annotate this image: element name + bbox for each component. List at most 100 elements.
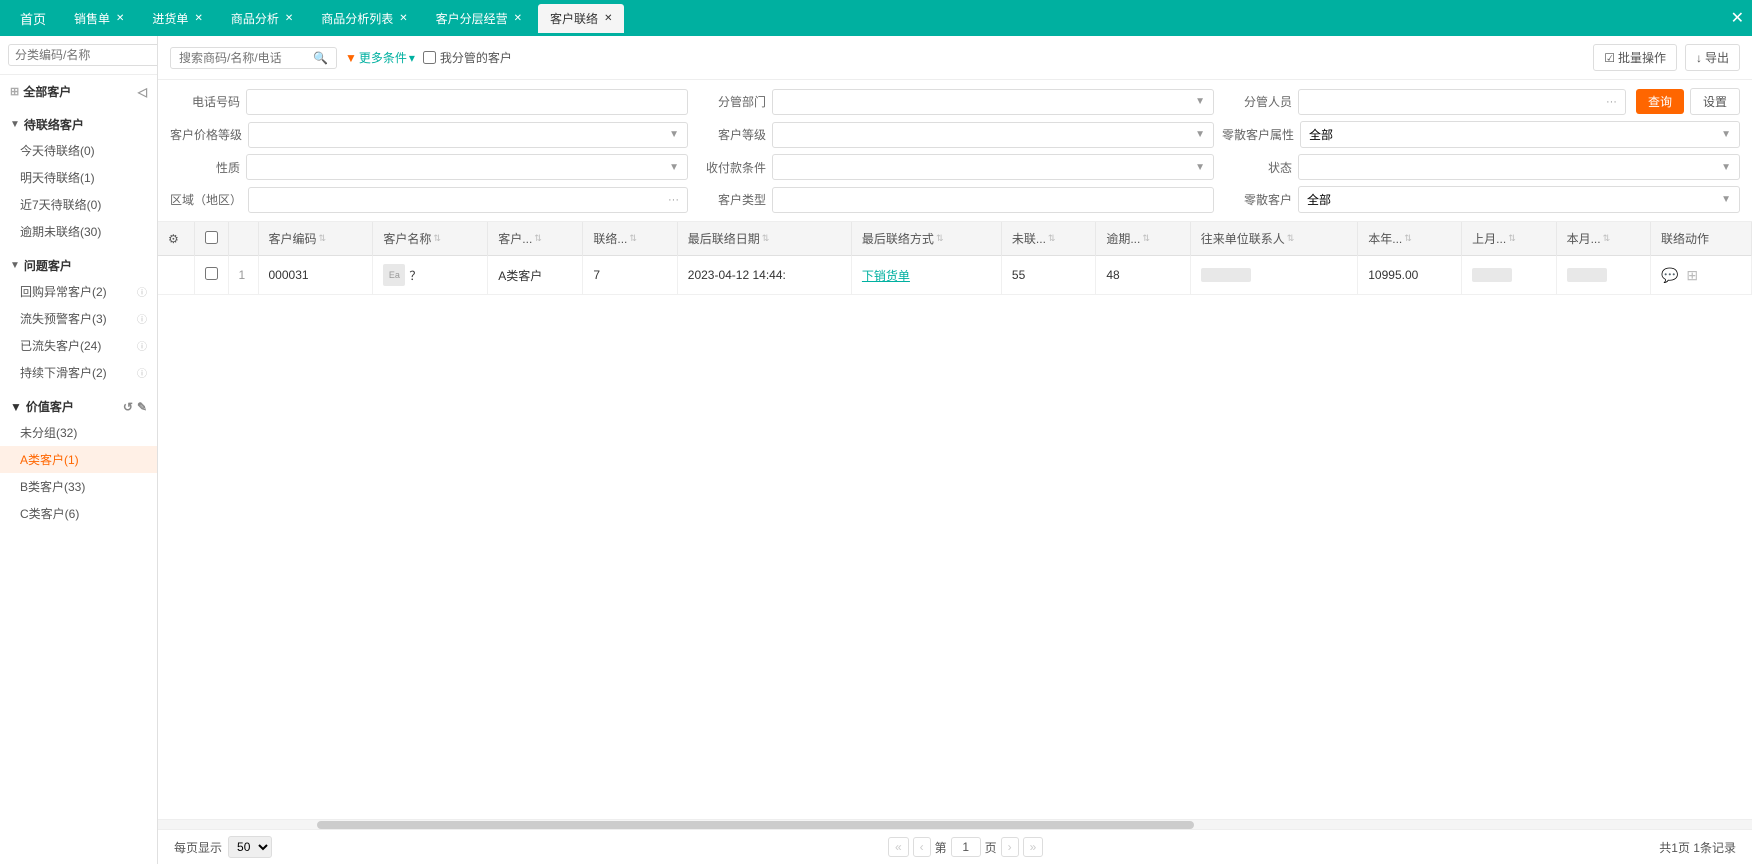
close-sales-tab[interactable]: ✕ xyxy=(116,13,124,24)
td-type: A类客户 xyxy=(488,256,583,295)
search-icon[interactable]: 🔍 xyxy=(313,51,328,65)
select-all-checkbox[interactable] xyxy=(205,231,218,244)
advanced-filters: 电话号码 分管部门 ▼ 分管人员 ··· xyxy=(158,80,1752,222)
more-filters-btn[interactable]: ▼ 更多条件 ▾ xyxy=(345,49,415,66)
td-not-contacted: 55 xyxy=(1001,256,1095,295)
nature-select[interactable]: ▼ xyxy=(246,154,688,180)
th-code[interactable]: 客户编码 ⇅ xyxy=(258,222,373,256)
sidebar-tomorrow-pending[interactable]: 明天待联络(1) xyxy=(0,164,157,191)
info-icon-3: ⓘ xyxy=(137,365,147,380)
nav-tab-analysis[interactable]: 商品分析 ✕ xyxy=(219,4,305,33)
th-this-year[interactable]: 本年... ⇅ xyxy=(1358,222,1462,256)
manager-input[interactable]: ··· xyxy=(1298,89,1626,115)
scrollbar-track xyxy=(158,821,1752,829)
sidebar-unclassified[interactable]: 未分组(32) xyxy=(0,419,157,446)
th-last-date[interactable]: 最后联络日期 ⇅ xyxy=(677,222,851,256)
status-select[interactable]: ▼ xyxy=(1298,154,1740,180)
row-checkbox[interactable] xyxy=(205,267,218,280)
td-action: 💬 ⊞ xyxy=(1650,256,1751,295)
nav-tab-purchase[interactable]: 进货单 ✕ xyxy=(140,4,214,33)
close-analysis-tab[interactable]: ✕ xyxy=(285,13,293,24)
manager-dots: ··· xyxy=(1606,96,1617,108)
export-button[interactable]: ↓ 导出 xyxy=(1685,44,1740,71)
sidebar-class-b[interactable]: B类客户(33) xyxy=(0,473,157,500)
th-last-method[interactable]: 最后联络方式 ⇅ xyxy=(851,222,1001,256)
th-not-contacted[interactable]: 未联... ⇅ xyxy=(1001,222,1095,256)
td-last-method[interactable]: 下销货单 xyxy=(851,256,1001,295)
th-type[interactable]: 客户... ⇅ xyxy=(488,222,583,256)
phone-text-input[interactable] xyxy=(255,95,679,109)
region-dots: ··· xyxy=(668,194,679,206)
td-settings-cell xyxy=(158,256,194,295)
query-button[interactable]: 查询 xyxy=(1636,89,1684,114)
grid-action-icon[interactable]: ⊞ xyxy=(1686,267,1698,284)
last-method-link[interactable]: 下销货单 xyxy=(862,269,910,283)
value-customers-header[interactable]: ▼ 价值客户 ↺ ✎ xyxy=(0,394,157,419)
th-name[interactable]: 客户名称 ⇅ xyxy=(373,222,488,256)
th-checkbox[interactable] xyxy=(194,222,228,256)
sidebar-overdue-pending[interactable]: 逾期未联络(30) xyxy=(0,218,157,245)
sidebar-search-input[interactable] xyxy=(8,44,158,66)
th-contacts[interactable]: 联络... ⇅ xyxy=(583,222,677,256)
dept-select[interactable]: ▼ xyxy=(772,89,1214,115)
retail-attr-arrow: ▼ xyxy=(1721,129,1731,140)
settings-button[interactable]: 设置 xyxy=(1690,88,1740,115)
nav-tab-analysis-list[interactable]: 商品分析列表 ✕ xyxy=(309,4,419,33)
problem-customers-title[interactable]: ▼ 问题客户 xyxy=(0,253,157,278)
main-layout: 🔍 ⊞ 全部客户 ◁ ▼ 待联络客户 今天待联络(0) 明天待联络(1) 近7天… xyxy=(0,36,1752,864)
scrollbar-thumb[interactable] xyxy=(317,821,1194,829)
customer-level-select[interactable]: ▼ xyxy=(772,122,1214,148)
th-last-month[interactable]: 上月... ⇅ xyxy=(1462,222,1556,256)
refresh-icon[interactable]: ↺ xyxy=(123,400,133,414)
close-analysis-list-tab[interactable]: ✕ xyxy=(399,13,407,24)
first-page-btn[interactable]: « xyxy=(888,837,909,857)
phone-input[interactable] xyxy=(246,89,688,115)
price-level-select[interactable]: ▼ xyxy=(248,122,688,148)
window-close-icon[interactable]: ✕ xyxy=(1731,8,1744,28)
pending-contact-title[interactable]: ▼ 待联络客户 xyxy=(0,112,157,137)
sidebar-class-c[interactable]: C类客户(6) xyxy=(0,500,157,527)
prev-page-btn[interactable]: ‹ xyxy=(913,837,931,857)
filter-row-3: 性质 ▼ 收付款条件 ▼ 状态 xyxy=(170,154,1740,180)
close-purchase-tab[interactable]: ✕ xyxy=(194,13,202,24)
edit-icon[interactable]: ✎ xyxy=(137,400,147,414)
retail-customer-select[interactable]: 全部 ▼ xyxy=(1298,186,1740,213)
sort-code-icon: ⇅ xyxy=(319,233,327,244)
per-page-select[interactable]: 50 xyxy=(228,836,272,858)
sidebar-repurchase-abnormal[interactable]: 回购异常客户(2) ⓘ xyxy=(0,278,157,305)
nav-tab-sales[interactable]: 销售单 ✕ xyxy=(62,4,136,33)
td-checkbox-cell[interactable] xyxy=(194,256,228,295)
horizontal-scrollbar[interactable] xyxy=(158,819,1752,829)
next-page-btn[interactable]: › xyxy=(1001,837,1019,857)
close-customer-contact-tab[interactable]: ✕ xyxy=(604,13,612,24)
customer-type-text[interactable] xyxy=(781,193,1205,207)
payment-select[interactable]: ▼ xyxy=(772,154,1214,180)
all-customers-header[interactable]: ⊞ 全部客户 ◁ xyxy=(0,75,157,108)
th-settings[interactable]: ⚙ xyxy=(158,222,194,256)
nav-home[interactable]: 首页 xyxy=(8,3,58,34)
customer-type-input[interactable] xyxy=(772,187,1214,213)
my-customers-checkbox[interactable] xyxy=(423,51,436,64)
sidebar-churned[interactable]: 已流失客户(24) ⓘ xyxy=(0,332,157,359)
close-customer-tier-tab[interactable]: ✕ xyxy=(514,13,522,24)
th-this-month[interactable]: 本月... ⇅ xyxy=(1556,222,1650,256)
sidebar-collapse-icon[interactable]: ◁ xyxy=(138,85,147,99)
my-customers-checkbox-area[interactable]: 我分管的客户 xyxy=(423,49,512,66)
current-page[interactable]: 1 xyxy=(951,837,981,857)
region-input[interactable]: ··· xyxy=(248,187,688,213)
sidebar-churn-warning[interactable]: 流失预警客户(3) ⓘ xyxy=(0,305,157,332)
nav-tab-customer-contact[interactable]: 客户联络 ✕ xyxy=(538,4,624,33)
sidebar-class-a[interactable]: A类客户(1) xyxy=(0,446,157,473)
batch-ops-button[interactable]: ☑ 批量操作 xyxy=(1593,44,1677,71)
sidebar-declining[interactable]: 持续下滑客户(2) ⓘ xyxy=(0,359,157,386)
retail-attr-select[interactable]: 全部 ▼ xyxy=(1300,121,1740,148)
last-page-btn[interactable]: » xyxy=(1023,837,1044,857)
chat-action-icon[interactable]: 💬 xyxy=(1661,267,1678,284)
th-overdue[interactable]: 逾期... ⇅ xyxy=(1096,222,1190,256)
sidebar-7day-pending[interactable]: 近7天待联络(0) xyxy=(0,191,157,218)
search-input[interactable] xyxy=(179,51,309,65)
retail-customer-arrow: ▼ xyxy=(1721,194,1731,205)
th-unit-contact[interactable]: 往来单位联系人 ⇅ xyxy=(1190,222,1358,256)
nav-tab-customer-tier[interactable]: 客户分层经营 ✕ xyxy=(424,4,534,33)
sidebar-today-pending[interactable]: 今天待联络(0) xyxy=(0,137,157,164)
